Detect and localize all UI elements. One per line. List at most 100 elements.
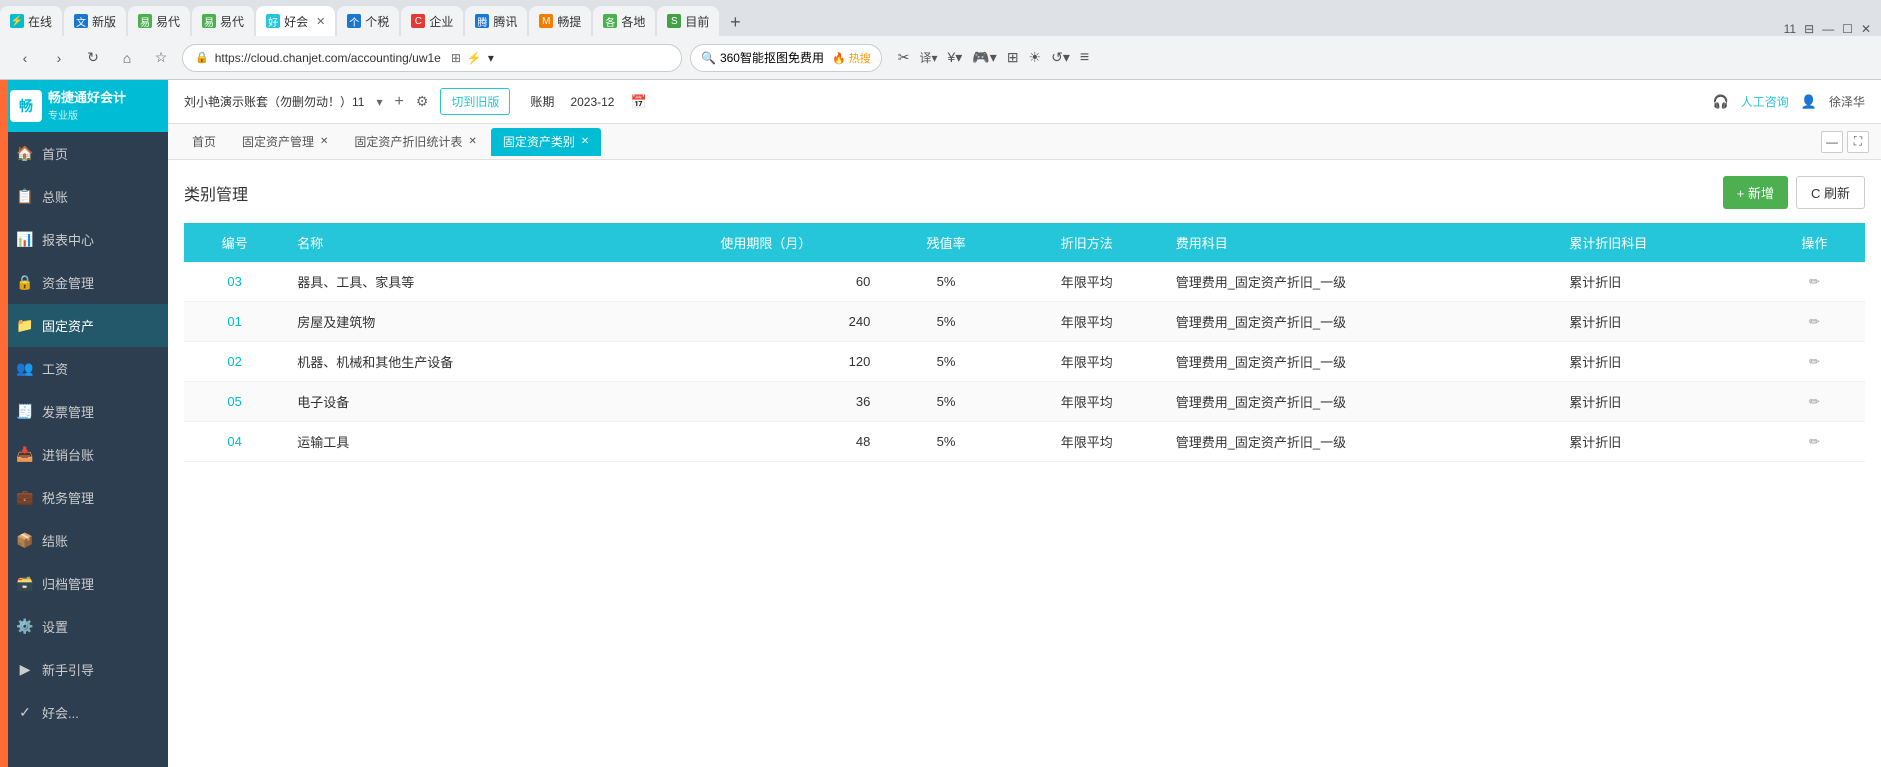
table-row: 05 电子设备 36 5% 年限平均 管理费用_固定资产折旧_一级 累计折旧 ✏ xyxy=(184,382,1865,422)
translate-icon[interactable]: 译▾ xyxy=(919,49,937,66)
cell-code[interactable]: 02 xyxy=(184,342,285,382)
page-tab-asset-categories[interactable]: 固定资产类别 ✕ xyxy=(491,128,601,156)
maximize-icon[interactable]: ☐ xyxy=(1842,22,1853,36)
add-account-icon[interactable]: + xyxy=(395,93,404,111)
tab-favicon-5: 好 xyxy=(266,14,280,28)
dropdown-icon[interactable]: ▾ xyxy=(376,95,382,109)
sidebar-item-payroll[interactable]: 👥 工资 xyxy=(0,347,168,390)
cell-method: 年限平均 xyxy=(1010,262,1164,302)
page-tab-depreciation-stats-close[interactable]: ✕ xyxy=(468,136,476,147)
tab-settings-icon[interactable]: ⊟ xyxy=(1804,22,1814,36)
browser-tab-3[interactable]: 易 易代 xyxy=(128,6,190,36)
search-icon: 🔍 xyxy=(701,51,716,65)
wallet-icon[interactable]: ¥▾ xyxy=(948,49,963,66)
sidebar-item-ledger[interactable]: 📋 总账 xyxy=(0,175,168,218)
cell-name: 机器、机械和其他生产设备 xyxy=(285,342,649,382)
sidebar-item-guide[interactable]: ▶ 新手引导 xyxy=(0,648,168,691)
cell-residual: 5% xyxy=(882,382,1010,422)
sidebar-item-close-books[interactable]: 📦 结账 xyxy=(0,519,168,562)
tab-close-5[interactable]: ✕ xyxy=(316,15,325,28)
page-tab-fixed-assets-mgmt-close[interactable]: ✕ xyxy=(320,136,328,147)
sidebar-item-other[interactable]: ✓ 好会... xyxy=(0,691,168,734)
logo-sub: 专业版 xyxy=(48,107,126,122)
col-method: 折旧方法 xyxy=(1010,223,1164,262)
browser-tab-6[interactable]: 个 个税 xyxy=(337,6,399,36)
cell-code[interactable]: 04 xyxy=(184,422,285,462)
browser-tab-9[interactable]: M 畅提 xyxy=(529,6,591,36)
tab-label-6: 个税 xyxy=(365,13,389,30)
refresh-button[interactable]: ↻ xyxy=(80,45,106,71)
undo-icon[interactable]: ↺▾ xyxy=(1051,49,1070,66)
refresh-table-button[interactable]: C 刷新 xyxy=(1796,176,1865,209)
home-button[interactable]: ⌂ xyxy=(114,45,140,71)
sidebar-item-funds[interactable]: 🔒 资金管理 xyxy=(0,261,168,304)
bookmark-button[interactable]: ☆ xyxy=(148,45,174,71)
sidebar-item-reports[interactable]: 📊 报表中心 xyxy=(0,218,168,261)
browser-tab-5[interactable]: 好 好会 ✕ xyxy=(256,6,335,36)
invoice-icon: 🧾 xyxy=(16,403,34,420)
browser-tab-11[interactable]: S 目前 xyxy=(657,6,719,36)
page-tab-asset-categories-close[interactable]: ✕ xyxy=(581,136,589,147)
edit-button[interactable]: ✏ xyxy=(1809,314,1820,329)
tab-favicon-8: 腾 xyxy=(475,14,489,28)
page-maximize-button[interactable]: ⛶ xyxy=(1847,131,1869,153)
add-button[interactable]: + 新增 xyxy=(1723,176,1788,209)
browser-tab-8[interactable]: 腾 腾讯 xyxy=(465,6,527,36)
tab-label-3: 易代 xyxy=(156,13,180,30)
cell-code[interactable]: 01 xyxy=(184,302,285,342)
page-tab-controls: — ⛶ xyxy=(1821,131,1869,153)
edit-button[interactable]: ✏ xyxy=(1809,354,1820,369)
switch-old-version-button[interactable]: 切到旧版 xyxy=(440,88,510,115)
sun-icon[interactable]: ☀ xyxy=(1029,49,1042,66)
browser-tab-4[interactable]: 易 易代 xyxy=(192,6,254,36)
edit-button[interactable]: ✏ xyxy=(1809,394,1820,409)
table-row: 04 运输工具 48 5% 年限平均 管理费用_固定资产折旧_一级 累计折旧 ✏ xyxy=(184,422,1865,462)
cut-icon[interactable]: ✂ xyxy=(898,49,910,66)
page-tabs: 首页 固定资产管理 ✕ 固定资产折旧统计表 ✕ 固定资产类别 ✕ — ⛶ xyxy=(168,124,1881,160)
edit-button[interactable]: ✏ xyxy=(1809,274,1820,289)
browser-tab-2[interactable]: 文 新版 xyxy=(64,6,126,36)
tab-label-9: 畅提 xyxy=(557,13,581,30)
menu-icon[interactable]: ≡ xyxy=(1080,49,1089,67)
url-bar[interactable]: 🔒 https://cloud.chanjet.com/accounting/u… xyxy=(182,44,682,72)
browser-tab-7[interactable]: C 企业 xyxy=(401,6,463,36)
sidebar-item-home[interactable]: 🏠 首页 xyxy=(0,132,168,175)
settings-gear-icon[interactable]: ⚙ xyxy=(416,93,429,110)
browser-tab-1[interactable]: ⚡ 在线 xyxy=(0,6,62,36)
page-tab-home[interactable]: 首页 xyxy=(180,128,228,156)
logo-text: 畅捷通好会计 xyxy=(48,90,126,107)
cell-code[interactable]: 03 xyxy=(184,262,285,302)
consult-label[interactable]: 人工咨询 xyxy=(1741,93,1789,110)
address-bar: ‹ › ↻ ⌂ ☆ 🔒 https://cloud.chanjet.com/ac… xyxy=(0,36,1881,80)
search-bar[interactable]: 🔍 360智能抠图免费用 🔥 热搜 xyxy=(690,44,882,72)
edit-button[interactable]: ✏ xyxy=(1809,434,1820,449)
sidebar-item-tax[interactable]: 💼 税务管理 xyxy=(0,476,168,519)
close-browser-icon[interactable]: ✕ xyxy=(1861,22,1871,36)
user-info: 刘小艳演示账套（勿删勿动！）11 xyxy=(184,93,364,110)
back-button[interactable]: ‹ xyxy=(12,45,38,71)
grid-icon[interactable]: ⊞ xyxy=(1007,49,1019,66)
table-row: 01 房屋及建筑物 240 5% 年限平均 管理费用_固定资产折旧_一级 累计折… xyxy=(184,302,1865,342)
page-tab-depreciation-stats[interactable]: 固定资产折旧统计表 ✕ xyxy=(342,128,488,156)
url-expand-icon[interactable]: ⊞ xyxy=(451,51,461,65)
sidebar-item-fixed-assets[interactable]: 📁 固定资产 xyxy=(0,304,168,347)
tab-add-button[interactable]: + xyxy=(721,8,749,36)
cell-name: 器具、工具、家具等 xyxy=(285,262,649,302)
right-panel: 刘小艳演示账套（勿删勿动！）11 ▾ + ⚙ 切到旧版 账期 2023-12 📅… xyxy=(168,80,1881,767)
url-dropdown-icon[interactable]: ▾ xyxy=(488,51,494,65)
app-container: 畅 畅捷通好会计 专业版 🏠 首页 📋 总账 📊 报表中心 🔒 资金管理 📁 固… xyxy=(0,80,1881,767)
sidebar-item-purchase-sales[interactable]: 📥 进销台账 xyxy=(0,433,168,476)
sidebar-item-archive[interactable]: 🗃️ 归档管理 xyxy=(0,562,168,605)
minimize-icon[interactable]: — xyxy=(1822,22,1834,36)
sidebar: 畅 畅捷通好会计 专业版 🏠 首页 📋 总账 📊 报表中心 🔒 资金管理 📁 固… xyxy=(0,80,168,767)
calendar-icon[interactable]: 📅 xyxy=(630,94,646,110)
browser-tab-10[interactable]: 各 各地 xyxy=(593,6,655,36)
game-icon[interactable]: 🎮▾ xyxy=(972,49,996,66)
settings-icon: ⚙️ xyxy=(16,618,34,635)
forward-button[interactable]: › xyxy=(46,45,72,71)
cell-code[interactable]: 05 xyxy=(184,382,285,422)
page-minimize-button[interactable]: — xyxy=(1821,131,1843,153)
sidebar-item-settings[interactable]: ⚙️ 设置 xyxy=(0,605,168,648)
sidebar-item-invoice[interactable]: 🧾 发票管理 xyxy=(0,390,168,433)
page-tab-fixed-assets-mgmt[interactable]: 固定资产管理 ✕ xyxy=(230,128,340,156)
